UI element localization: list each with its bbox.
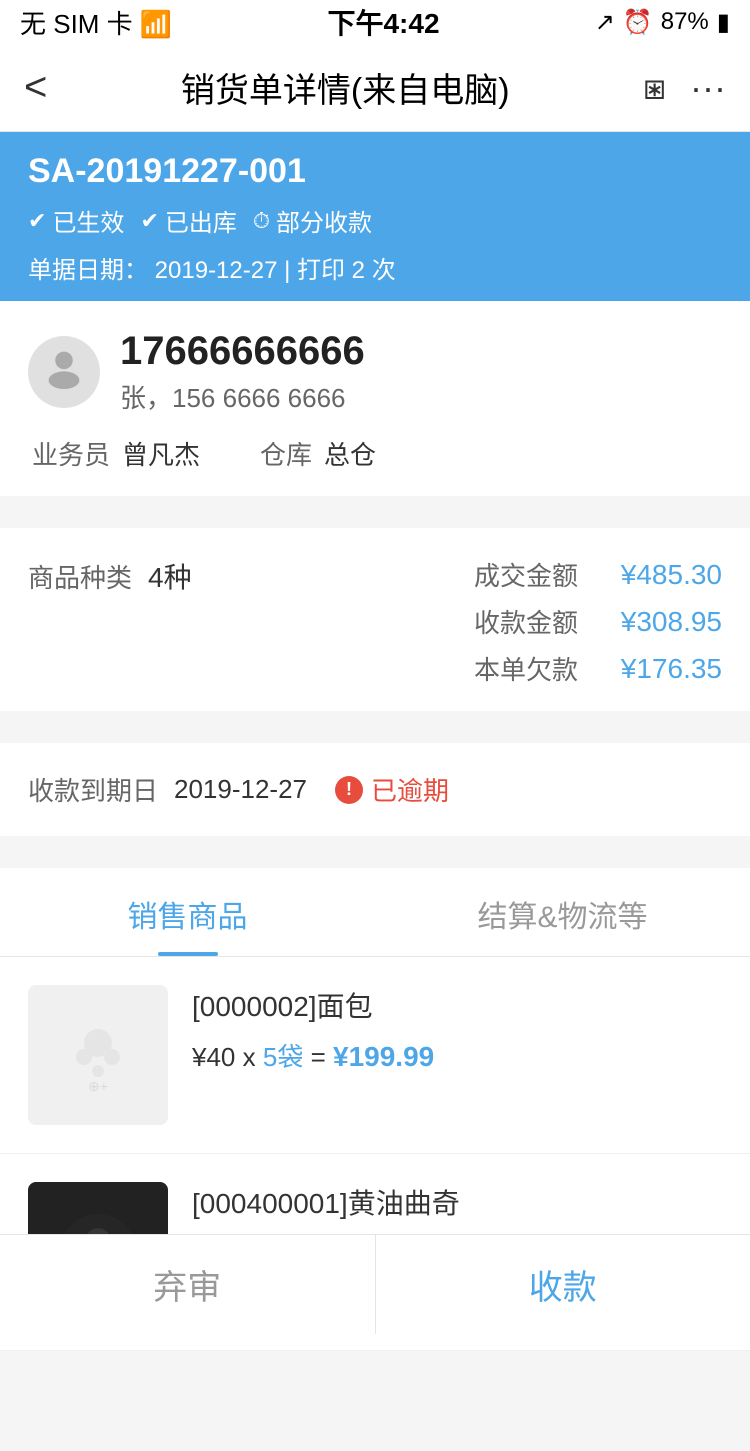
pay-button[interactable]: 收款: [376, 1235, 750, 1334]
nav-bar: < 销货单详情(来自电脑) ⧆ ···: [0, 44, 750, 132]
cancel-review-label: 弃审: [153, 1260, 221, 1309]
received-row: 收款金额 ¥308.95: [474, 603, 722, 640]
page-title: 销货单详情(来自电脑): [181, 63, 510, 112]
received-label: 收款金额: [474, 603, 578, 640]
product-equals-1: =: [311, 1042, 333, 1072]
types-label: 商品种类: [28, 558, 132, 595]
product-price-row-1: ¥40 x 5袋 = ¥199.99: [192, 1037, 722, 1074]
meta-print-info: | 打印 2 次: [284, 257, 396, 284]
badge-effective-label: 已生效: [52, 203, 124, 238]
product-qty-1: 5袋: [263, 1042, 311, 1072]
badge-shipped: ✔ 已出库: [140, 203, 236, 238]
warehouse-item: 仓库 总仓: [260, 435, 376, 472]
location-icon: ↗: [595, 8, 615, 37]
check-icon-2: ✔: [140, 208, 158, 234]
summary-section: 商品种类 4种 成交金额 ¥485.30 收款金额 ¥308.95 本单欠款 ¥…: [0, 528, 750, 711]
alarm-icon: ⏰: [623, 8, 653, 37]
more-button[interactable]: ···: [690, 67, 726, 109]
product-unit-price-1: ¥40: [192, 1042, 235, 1072]
tabs-section: 销售商品 结算&物流等: [0, 868, 750, 957]
status-right: ↗ ⏰ 87% ▮: [595, 8, 730, 37]
check-icon-1: ✔: [28, 208, 46, 234]
overdue-text: 已逾期: [371, 771, 449, 808]
customer-details: 业务员 曾凡杰 仓库 总仓: [28, 435, 722, 472]
battery-level: 87%: [661, 8, 709, 36]
svg-text:⊕+: ⊕+: [88, 1078, 108, 1094]
product-info-1: [0000002]面包 ¥40 x 5袋 = ¥199.99: [192, 985, 722, 1074]
product-image-1: ⊕+: [28, 985, 168, 1125]
transaction-row: 成交金额 ¥485.30: [474, 556, 722, 593]
badge-partial: ⏱ 部分收款: [253, 203, 372, 238]
customer-section: 17666666666 张，156 6666 6666 业务员 曾凡杰 仓库 总…: [0, 301, 750, 496]
staff-label: 业务员: [32, 435, 110, 472]
divider-1: [0, 496, 750, 512]
meta-date-label: 单据日期：: [28, 257, 148, 284]
person-icon: [42, 345, 86, 400]
badge-partial-label: 部分收款: [276, 203, 372, 238]
warehouse-label: 仓库: [260, 435, 312, 472]
debt-row: 本单欠款 ¥176.35: [474, 650, 722, 687]
share-button[interactable]: ⧆: [643, 66, 666, 109]
summary-types: 商品种类 4种: [28, 556, 192, 596]
badge-shipped-label: 已出库: [165, 203, 237, 238]
due-date-section: 收款到期日 2019-12-27 ! 已逾期: [0, 743, 750, 836]
order-id: SA-20191227-001: [28, 152, 722, 191]
transaction-amount: ¥485.30: [602, 559, 722, 591]
tab-settlement[interactable]: 结算&物流等: [375, 868, 750, 956]
due-date-value: 2019-12-27: [174, 774, 307, 805]
meta-date-value: 2019-12-27: [155, 257, 278, 284]
product-multiply-1: x: [243, 1042, 263, 1072]
pay-label: 收款: [529, 1260, 597, 1309]
cancel-review-button[interactable]: 弃审: [0, 1235, 376, 1334]
tab-sales-label: 销售商品: [128, 901, 248, 934]
overdue-badge: ! 已逾期: [323, 767, 461, 812]
transaction-label: 成交金额: [474, 556, 578, 593]
divider-3: [0, 836, 750, 852]
status-carrier: 无 SIM 卡 📶: [20, 4, 172, 41]
product-total-1: ¥199.99: [333, 1041, 434, 1072]
tab-sales-products[interactable]: 销售商品: [0, 868, 375, 956]
product-name-1: [0000002]面包: [192, 985, 722, 1025]
list-item: ⊕+ [0000002]面包 ¥40 x 5袋 = ¥199.99: [0, 957, 750, 1154]
debt-amount: ¥176.35: [602, 653, 722, 685]
product-name-2: [000400001]黄油曲奇: [192, 1182, 722, 1222]
debt-label: 本单欠款: [474, 650, 578, 687]
tab-settlement-label: 结算&物流等: [477, 901, 647, 934]
customer-phone: 张，156 6666 6666: [120, 378, 365, 415]
bottom-bar: 弃审 收款: [0, 1234, 750, 1334]
status-bar: 无 SIM 卡 📶 下午4:42 ↗ ⏰ 87% ▮: [0, 0, 750, 44]
battery-icon: ▮: [717, 8, 730, 37]
status-badges: ✔ 已生效 ✔ 已出库 ⏱ 部分收款: [28, 203, 722, 238]
received-amount: ¥308.95: [602, 606, 722, 638]
status-time: 下午4:42: [327, 2, 439, 42]
badge-effective: ✔ 已生效: [28, 203, 124, 238]
types-count: 4种: [148, 556, 192, 596]
staff-name: 曾凡杰: [122, 435, 200, 472]
order-meta: 单据日期： 2019-12-27 | 打印 2 次: [28, 250, 722, 285]
nav-actions: ⧆ ···: [643, 66, 726, 109]
customer-info: 17666666666 张，156 6666 6666: [120, 329, 365, 415]
divider-2: [0, 711, 750, 727]
customer-name: 17666666666: [120, 329, 365, 374]
header-banner: SA-20191227-001 ✔ 已生效 ✔ 已出库 ⏱ 部分收款 单据日期：…: [0, 132, 750, 301]
summary-amounts: 成交金额 ¥485.30 收款金额 ¥308.95 本单欠款 ¥176.35: [474, 556, 722, 687]
customer-row: 17666666666 张，156 6666 6666: [28, 329, 722, 415]
staff-item: 业务员 曾凡杰: [32, 435, 200, 472]
clock-icon: ⏱: [253, 208, 270, 234]
overdue-dot-icon: !: [335, 776, 363, 804]
back-button[interactable]: <: [24, 65, 47, 110]
avatar: [28, 336, 100, 408]
due-date-label: 收款到期日: [28, 771, 158, 808]
tabs-row: 销售商品 结算&物流等: [0, 868, 750, 956]
warehouse-name: 总仓: [324, 435, 376, 472]
